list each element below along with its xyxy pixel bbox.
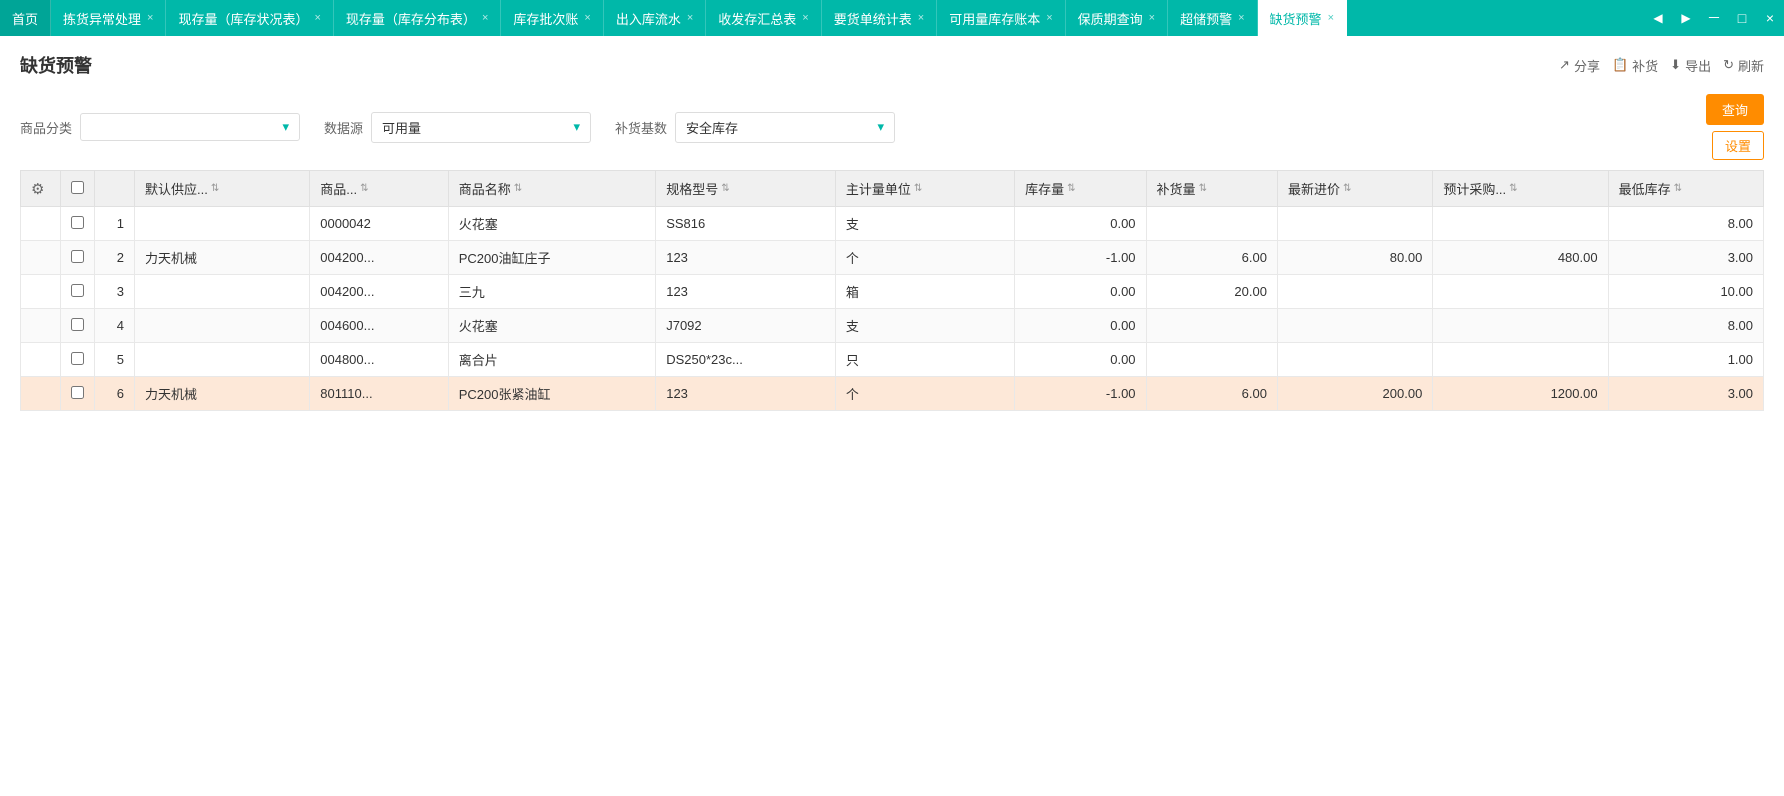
replenish-icon: 📋: [1612, 57, 1628, 73]
nav-item-9[interactable]: 保质期查询×: [1066, 0, 1168, 36]
nav-close-4[interactable]: ×: [584, 12, 590, 24]
nav-close-6[interactable]: ×: [802, 12, 808, 24]
th-unit[interactable]: 主计量单位 ⇅: [835, 171, 1014, 207]
nav-bar: 首页拣货异常处理×现存量（库存状况表）×现存量（库存分布表）×库存批次账×出入库…: [0, 0, 1784, 36]
nav-item-2[interactable]: 现存量（库存状况表）×: [166, 0, 333, 36]
page-title: 缺货预警: [20, 52, 92, 78]
row-checkbox-3[interactable]: [71, 318, 84, 331]
refresh-button[interactable]: ↻ 刷新: [1723, 56, 1764, 75]
nav-arrows: ◀ ▶ － □ ×: [1644, 0, 1784, 36]
row-checkbox-5[interactable]: [71, 386, 84, 399]
row-checkbox-4[interactable]: [71, 352, 84, 365]
th-min-stock[interactable]: 最低库存 ⇅: [1608, 171, 1763, 207]
nav-close-9[interactable]: ×: [1149, 12, 1155, 24]
nav-close-3[interactable]: ×: [482, 12, 488, 24]
table-row: 6力天机械801110...PC200张紧油缸123个-1.006.00200.…: [21, 377, 1764, 411]
nav-maximize-button[interactable]: □: [1728, 0, 1756, 36]
share-icon: ↗: [1559, 57, 1570, 73]
data-table: ⚙ 默认供应... ⇅ 商品... ⇅: [20, 170, 1764, 411]
table-row: 10000042火花塞SS816支0.008.00: [21, 207, 1764, 241]
replenish-select[interactable]: 安全库存 ▾: [675, 112, 895, 143]
export-icon: ⬇: [1670, 57, 1681, 73]
table-row: 5004800...离合片DS250*23c...只0.001.00: [21, 343, 1764, 377]
th-check: [61, 171, 95, 207]
category-filter: 商品分类 ▾: [20, 113, 300, 141]
nav-close-2[interactable]: ×: [314, 12, 320, 24]
header-actions: ↗ 分享 📋 补货 ⬇ 导出 ↻ 刷新: [1559, 56, 1764, 75]
page-header: 缺货预警 ↗ 分享 📋 补货 ⬇ 导出 ↻ 刷新: [20, 52, 1764, 78]
row-checkbox-0[interactable]: [71, 216, 84, 229]
replenish-label: 补货基数: [615, 118, 667, 137]
table-row: 4004600...火花塞J7092支0.008.00: [21, 309, 1764, 343]
nav-close-10[interactable]: ×: [1238, 12, 1244, 24]
settings-icon[interactable]: ⚙: [31, 181, 44, 198]
nav-next-button[interactable]: ▶: [1672, 0, 1700, 36]
table-header-row: ⚙ 默认供应... ⇅ 商品... ⇅: [21, 171, 1764, 207]
datasource-filter: 数据源 可用量 ▾: [324, 112, 591, 143]
stock-sort-icon: ⇅: [1067, 183, 1075, 194]
replenish-sort-icon: ⇅: [1199, 183, 1207, 194]
th-product-code[interactable]: 商品... ⇅: [310, 171, 448, 207]
nav-close-5[interactable]: ×: [687, 12, 693, 24]
th-settings[interactable]: ⚙: [21, 171, 61, 207]
datasource-select[interactable]: 可用量 ▾: [371, 112, 591, 143]
th-replenish[interactable]: 补货量 ⇅: [1146, 171, 1277, 207]
table-row: 2力天机械004200...PC200油缸庄子123个-1.006.0080.0…: [21, 241, 1764, 275]
nav-item-8[interactable]: 可用量库存账本×: [937, 0, 1065, 36]
th-stock[interactable]: 库存量 ⇅: [1015, 171, 1146, 207]
table-row: 3004200...三九123箱0.0020.0010.00: [21, 275, 1764, 309]
datasource-select-text: 可用量: [382, 118, 573, 137]
row-checkbox-1[interactable]: [71, 250, 84, 263]
nav-close-11[interactable]: ×: [1328, 12, 1334, 24]
nav-item-1[interactable]: 拣货异常处理×: [51, 0, 166, 36]
min-stock-sort-icon: ⇅: [1674, 183, 1682, 194]
nav-close-button[interactable]: ×: [1756, 0, 1784, 36]
datasource-label: 数据源: [324, 118, 363, 137]
share-button[interactable]: ↗ 分享: [1559, 56, 1600, 75]
datasource-dropdown-icon: ▾: [574, 119, 581, 135]
replenish-filter: 补货基数 安全库存 ▾: [615, 112, 895, 143]
replenish-button[interactable]: 📋 补货: [1612, 56, 1658, 75]
latest-price-sort-icon: ⇅: [1343, 183, 1351, 194]
spec-sort-icon: ⇅: [721, 183, 729, 194]
nav-item-10[interactable]: 超储预警×: [1168, 0, 1257, 36]
product-code-sort-icon: ⇅: [360, 183, 368, 194]
nav-item-3[interactable]: 现存量（库存分布表）×: [334, 0, 501, 36]
unit-sort-icon: ⇅: [914, 183, 922, 194]
th-num: [95, 171, 135, 207]
nav-close-8[interactable]: ×: [1046, 12, 1052, 24]
settings-button[interactable]: 设置: [1712, 131, 1764, 160]
nav-item-5[interactable]: 出入库流水×: [604, 0, 706, 36]
supplier-sort-icon: ⇅: [211, 183, 219, 194]
nav-item-7[interactable]: 要货单统计表×: [822, 0, 937, 36]
category-label: 商品分类: [20, 118, 72, 137]
product-name-sort-icon: ⇅: [514, 183, 522, 194]
th-supplier[interactable]: 默认供应... ⇅: [135, 171, 310, 207]
nav-item-0[interactable]: 首页: [0, 0, 51, 36]
action-buttons: 查询 设置: [1706, 94, 1764, 160]
th-latest-price[interactable]: 最新进价 ⇅: [1277, 171, 1432, 207]
refresh-icon: ↻: [1723, 57, 1734, 73]
nav-item-11[interactable]: 缺货预警×: [1258, 0, 1347, 36]
nav-close-1[interactable]: ×: [147, 12, 153, 24]
replenish-select-text: 安全库存: [686, 118, 877, 137]
th-spec[interactable]: 规格型号 ⇅: [656, 171, 836, 207]
page-content: 缺货预警 ↗ 分享 📋 补货 ⬇ 导出 ↻ 刷新 商品分类: [0, 36, 1784, 796]
export-button[interactable]: ⬇ 导出: [1670, 56, 1711, 75]
select-all-checkbox[interactable]: [71, 181, 84, 194]
query-button[interactable]: 查询: [1706, 94, 1764, 125]
category-select[interactable]: ▾: [80, 113, 300, 141]
nav-close-7[interactable]: ×: [918, 12, 924, 24]
nav-item-6[interactable]: 收发存汇总表×: [706, 0, 821, 36]
replenish-dropdown-icon: ▾: [878, 119, 885, 135]
th-product-name[interactable]: 商品名称 ⇅: [448, 171, 656, 207]
th-estimate-purchase[interactable]: 预计采购... ⇅: [1433, 171, 1608, 207]
nav-item-4[interactable]: 库存批次账×: [501, 0, 603, 36]
filter-bar: 商品分类 ▾ 数据源 可用量 ▾ 补货基数 安全库存 ▾ 查询 设置: [20, 94, 1764, 160]
nav-prev-button[interactable]: ◀: [1644, 0, 1672, 36]
estimate-sort-icon: ⇅: [1509, 183, 1517, 194]
category-dropdown-icon: ▾: [282, 119, 289, 135]
row-checkbox-2[interactable]: [71, 284, 84, 297]
nav-minimize-button[interactable]: －: [1700, 0, 1728, 36]
